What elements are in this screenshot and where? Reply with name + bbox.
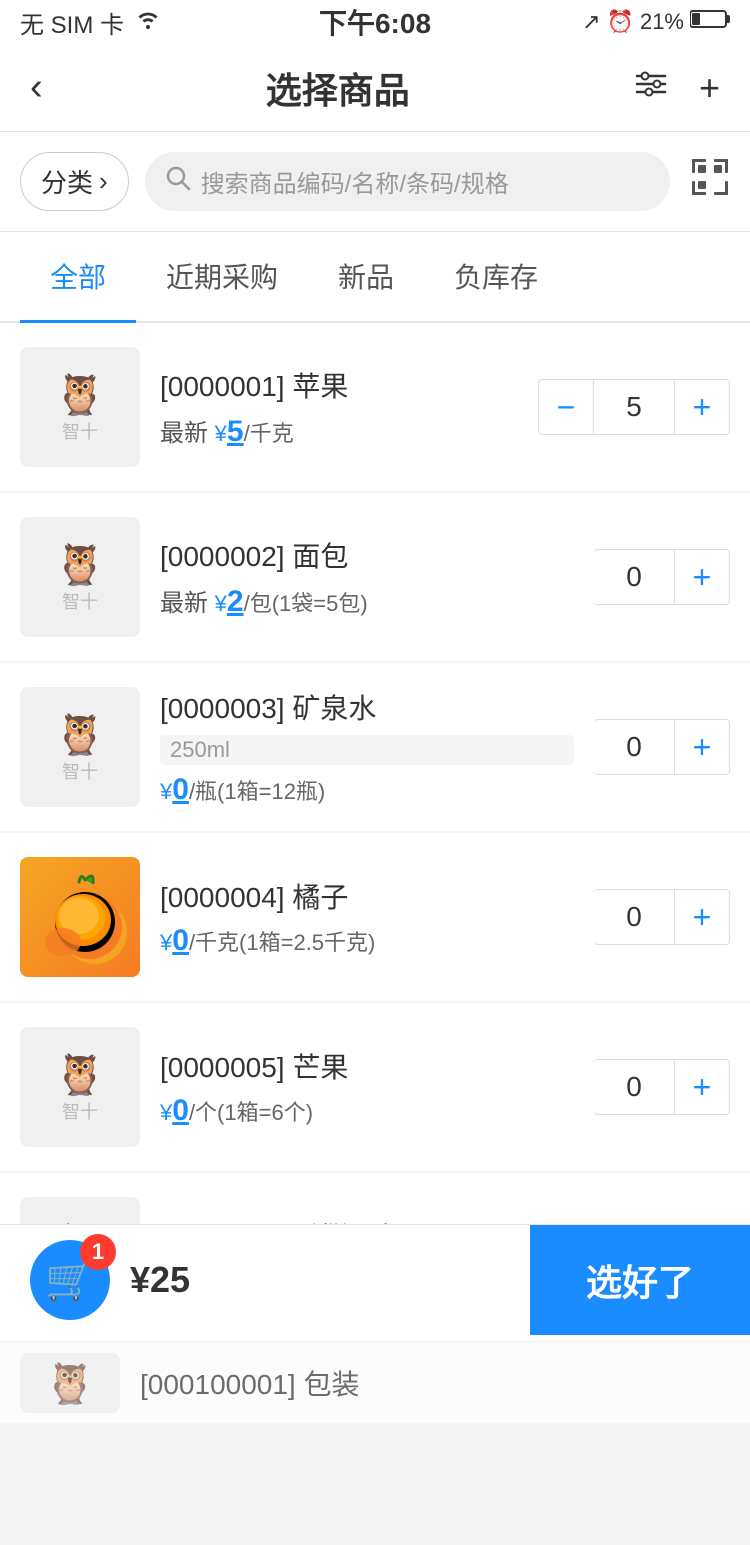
qty-input-0000001[interactable]: [594, 379, 674, 435]
category-chevron: ›: [99, 166, 108, 197]
category-label: 分类: [41, 163, 93, 200]
back-button[interactable]: ‹: [30, 66, 43, 109]
nav-left: ‹: [30, 66, 43, 109]
product-image-0000003: 🦉 智十: [20, 687, 140, 807]
alarm-icon: ⏰: [607, 9, 634, 35]
tab-new[interactable]: 新品: [308, 232, 424, 323]
product-info-000100001: [000100001] 包装: [140, 1363, 730, 1403]
qty-control-0000003: +: [594, 719, 730, 775]
cart-total: ¥25: [130, 1259, 190, 1301]
qty-plus-0000003[interactable]: +: [674, 719, 730, 775]
carrier-label: 无 SIM 卡: [20, 5, 124, 40]
product-item-0000001: 🦉 智十 [0000001] 苹果 最新 ¥5/千克 − +: [0, 323, 750, 491]
status-right: ↗ ⏰ 21%: [582, 9, 730, 35]
product-price-0000004: ¥0/千克(1箱=2.5千克): [160, 924, 574, 958]
nav-title: 选择商品: [266, 62, 410, 114]
product-price-0000002: 最新 ¥2/包(1袋=5包): [160, 583, 574, 619]
qty-plus-0000004[interactable]: +: [674, 889, 730, 945]
placeholder-icon: 🦉: [55, 1051, 105, 1098]
filter-icon[interactable]: [633, 66, 669, 109]
status-time: 下午6:08: [319, 2, 431, 42]
filter-bar: 分类 › 搜索商品编码/名称/条码/规格: [0, 132, 750, 232]
product-name-0000001: [0000001] 苹果: [160, 365, 518, 405]
add-button[interactable]: +: [699, 67, 720, 109]
qty-control-0000004: +: [594, 889, 730, 945]
placeholder-icon: 🦉: [45, 1360, 95, 1407]
product-price-0000003: ¥0/瓶(1箱=12瓶): [160, 773, 574, 807]
nav-right: +: [633, 66, 720, 109]
cart-section: 🛒 1 ¥25: [0, 1240, 530, 1320]
battery-icon: [690, 9, 730, 35]
qty-plus-0000001[interactable]: +: [674, 379, 730, 435]
product-list: 🦉 智十 [0000001] 苹果 最新 ¥5/千克 − + 🦉 智十 [000…: [0, 323, 750, 1545]
product-image-0000004: [20, 857, 140, 977]
product-info-0000005: [0000005] 芒果 ¥0/个(1箱=6个): [160, 1046, 574, 1128]
tab-recent[interactable]: 近期采购: [136, 232, 308, 323]
status-bar: 无 SIM 卡 下午6:08 ↗ ⏰ 21%: [0, 0, 750, 44]
product-name-0000003: [0000003] 矿泉水: [160, 687, 574, 727]
product-image-0000005: 🦉 智十: [20, 1027, 140, 1147]
product-image-000100001: 🦉: [20, 1353, 120, 1413]
cart-icon-wrap[interactable]: 🛒 1: [30, 1240, 110, 1320]
search-box[interactable]: 搜索商品编码/名称/条码/规格: [145, 152, 670, 211]
cart-badge: 1: [80, 1234, 116, 1270]
category-button[interactable]: 分类 ›: [20, 152, 129, 211]
product-item-0000002: 🦉 智十 [0000002] 面包 最新 ¥2/包(1袋=5包) +: [0, 493, 750, 661]
orange-svg: [25, 862, 135, 972]
product-name-0000004: [0000004] 橘子: [160, 876, 574, 916]
product-item-0000004: [0000004] 橘子 ¥0/千克(1箱=2.5千克) +: [0, 833, 750, 1001]
tab-row: 全部 近期采购 新品 负库存: [0, 232, 750, 323]
qty-control-0000002: +: [594, 549, 730, 605]
qty-minus-0000001[interactable]: −: [538, 379, 594, 435]
search-icon: [165, 165, 191, 198]
battery-label: 21%: [640, 9, 684, 35]
wifi-icon: [134, 8, 162, 36]
qty-control-0000005: +: [594, 1059, 730, 1115]
qty-input-0000002[interactable]: [594, 549, 674, 605]
product-info-0000002: [0000002] 面包 最新 ¥2/包(1袋=5包): [160, 535, 574, 619]
scan-icon[interactable]: [690, 157, 730, 206]
qty-plus-0000005[interactable]: +: [674, 1059, 730, 1115]
location-icon: ↗: [582, 9, 600, 35]
qty-input-0000004[interactable]: [594, 889, 674, 945]
product-spec-0000003: 250ml: [160, 735, 574, 765]
product-price-0000001: 最新 ¥5/千克: [160, 413, 518, 449]
product-info-0000003: [0000003] 矿泉水 250ml ¥0/瓶(1箱=12瓶): [160, 687, 574, 807]
tab-all[interactable]: 全部: [20, 232, 136, 323]
product-image-0000002: 🦉 智十: [20, 517, 140, 637]
qty-input-0000005[interactable]: [594, 1059, 674, 1115]
product-price-0000005: ¥0/个(1箱=6个): [160, 1094, 574, 1128]
placeholder-icon: 🦉: [55, 711, 105, 758]
product-name-0000005: [0000005] 芒果: [160, 1046, 574, 1086]
bottom-bar: 🛒 1 ¥25 选好了: [0, 1224, 750, 1334]
product-item-0000005: 🦉 智十 [0000005] 芒果 ¥0/个(1箱=6个) +: [0, 1003, 750, 1171]
qty-control-0000001: − +: [538, 379, 730, 435]
search-placeholder: 搜索商品编码/名称/条码/规格: [201, 164, 509, 199]
confirm-button[interactable]: 选好了: [530, 1225, 750, 1335]
product-item-000100001: 🦉 [000100001] 包装: [0, 1343, 750, 1423]
product-name-000100001: [000100001] 包装: [140, 1363, 730, 1403]
qty-plus-0000002[interactable]: +: [674, 549, 730, 605]
product-name-0000002: [0000002] 面包: [160, 535, 574, 575]
nav-bar: ‹ 选择商品 +: [0, 44, 750, 132]
product-info-0000004: [0000004] 橘子 ¥0/千克(1箱=2.5千克): [160, 876, 574, 958]
qty-input-0000003[interactable]: [594, 719, 674, 775]
placeholder-icon: 🦉: [55, 371, 105, 418]
status-left: 无 SIM 卡: [20, 5, 162, 40]
placeholder-icon: 🦉: [55, 541, 105, 588]
tab-negative[interactable]: 负库存: [424, 232, 568, 323]
product-info-0000001: [0000001] 苹果 最新 ¥5/千克: [160, 365, 518, 449]
product-item-0000003: 🦉 智十 [0000003] 矿泉水 250ml ¥0/瓶(1箱=12瓶) +: [0, 663, 750, 831]
product-image-0000001: 🦉 智十: [20, 347, 140, 467]
